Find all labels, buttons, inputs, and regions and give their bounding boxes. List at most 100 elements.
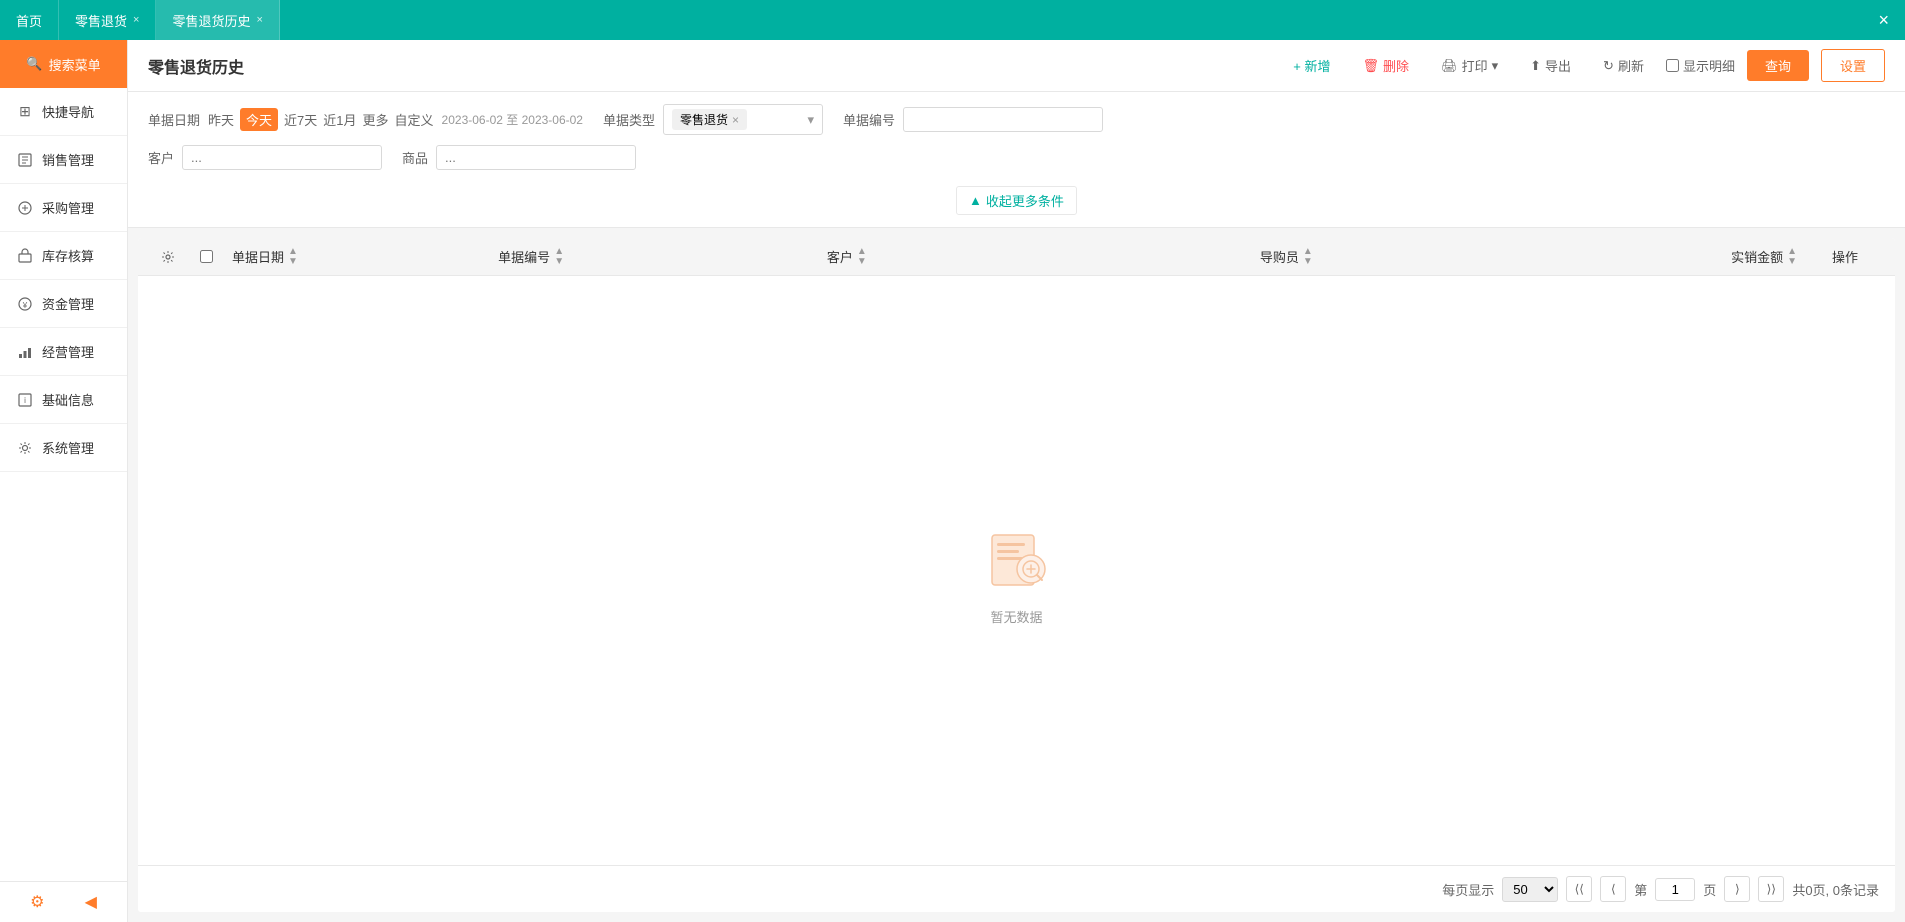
total-info: 共0页, 0条记录 xyxy=(1792,880,1879,899)
date-option-more[interactable]: 更多 xyxy=(363,110,389,129)
empty-text: 暂无数据 xyxy=(990,607,1042,626)
page-first-button[interactable]: ⟨⟨ xyxy=(1566,876,1592,902)
sidebar-item-system[interactable]: 系统管理 xyxy=(0,424,127,472)
page-size-label: 每页显示 xyxy=(1442,880,1494,899)
sidebar-item-quick-nav[interactable]: ⊞ 快捷导航 xyxy=(0,88,127,136)
export-label: 导出 xyxy=(1545,56,1571,75)
date-option-today[interactable]: 今天 xyxy=(240,108,278,131)
filter-row-1: 单据日期 昨天 今天 近7天 近1月 更多 自定义 2023-06-02 至 2… xyxy=(148,104,1885,135)
content-area: 零售退货历史 + 新增 🗑 删除 🖨 打印 ▾ ⬆ 导出 ↻ xyxy=(128,40,1905,922)
tab-retail-return[interactable]: 零售退货 × xyxy=(59,0,156,40)
page-next-button[interactable]: ⟩ xyxy=(1724,876,1750,902)
col-guide-label: 导购员 xyxy=(1260,247,1299,266)
date-range-value: 2023-06-02 至 2023-06-02 xyxy=(442,111,583,128)
show-details-checkbox-label[interactable]: 显示明细 xyxy=(1666,56,1735,75)
top-bar: 首页 零售退货 × 零售退货历史 × × xyxy=(0,0,1905,40)
show-details-checkbox[interactable] xyxy=(1666,59,1679,72)
print-button[interactable]: 🖨 打印 ▾ xyxy=(1431,51,1508,80)
refresh-icon: ↻ xyxy=(1603,58,1614,74)
settings-bottom-icon[interactable]: ⚙ xyxy=(30,892,44,912)
sidebar-item-finance[interactable]: ¥ 资金管理 xyxy=(0,280,127,328)
bill-date-label: 单据日期 xyxy=(148,110,200,129)
page-prev-button[interactable]: ⟨ xyxy=(1600,876,1626,902)
table-col-ops: 操作 xyxy=(1805,247,1885,266)
sort-amount-icon: ▲▼ xyxy=(1787,247,1797,267)
page-last-button[interactable]: ⟩⟩ xyxy=(1758,876,1784,902)
finance-label: 资金管理 xyxy=(42,294,94,313)
sidebar-item-sales[interactable]: 销售管理 xyxy=(0,136,127,184)
goods-label: 商品 xyxy=(402,148,428,167)
bill-type-tag-text: 零售退货 xyxy=(680,111,728,128)
table-col-date[interactable]: 单据日期 ▲▼ xyxy=(224,247,490,267)
sidebar-item-basic-info[interactable]: i 基础信息 xyxy=(0,376,127,424)
sidebar-item-inventory[interactable]: 库存核算 xyxy=(0,232,127,280)
tab-retail-return-close[interactable]: × xyxy=(133,14,139,26)
customer-input[interactable] xyxy=(182,145,382,170)
bill-type-select[interactable]: 零售退货 × ▾ xyxy=(663,104,823,135)
table-col-bill-no[interactable]: 单据编号 ▲▼ xyxy=(490,247,819,267)
search-menu-icon: 🔍 xyxy=(26,56,42,72)
date-option-yesterday[interactable]: 昨天 xyxy=(208,110,234,129)
bill-type-dropdown-icon: ▾ xyxy=(807,112,814,128)
gear-icon xyxy=(160,249,176,265)
table-col-customer[interactable]: 客户 ▲▼ xyxy=(819,247,1252,267)
page-number-input[interactable] xyxy=(1655,878,1695,901)
table-col-gear[interactable] xyxy=(148,249,188,265)
setting-button[interactable]: 设置 xyxy=(1821,49,1885,82)
tab-retail-return-history[interactable]: 零售退货历史 × xyxy=(156,0,279,40)
tab-home[interactable]: 首页 xyxy=(0,0,59,40)
delete-icon: 🗑 xyxy=(1363,58,1380,74)
quick-nav-label: 快捷导航 xyxy=(42,102,94,121)
pagination: 每页显示 50 20 100 ⟨⟨ ⟨ 第 页 ⟩ ⟩⟩ 共0页, 0条记录 xyxy=(138,865,1895,912)
add-button[interactable]: + 新增 xyxy=(1283,51,1340,80)
header-actions: + 新增 🗑 删除 🖨 打印 ▾ ⬆ 导出 ↻ 刷新 xyxy=(1283,49,1885,82)
bill-type-label: 单据类型 xyxy=(603,110,655,129)
refresh-button[interactable]: ↻ 刷新 xyxy=(1593,51,1654,80)
table-col-guide[interactable]: 导购员 ▲▼ xyxy=(1252,247,1581,267)
inventory-icon xyxy=(16,247,34,265)
query-button[interactable]: 查询 xyxy=(1747,50,1809,81)
tab-retail-return-history-close[interactable]: × xyxy=(256,14,262,26)
filter-customer: 客户 xyxy=(148,145,382,170)
delete-button[interactable]: 🗑 删除 xyxy=(1353,51,1420,80)
customer-label: 客户 xyxy=(148,148,174,167)
table-col-check[interactable] xyxy=(188,250,224,263)
collapse-label: 收起更多条件 xyxy=(986,191,1064,210)
retail-return-history-tab-label: 零售退货历史 xyxy=(172,11,250,30)
bill-type-tag-close[interactable]: × xyxy=(732,113,739,127)
collapse-filter-button[interactable]: ▲ 收起更多条件 xyxy=(956,186,1077,215)
col-amount-label: 实销金额 xyxy=(1731,247,1783,266)
print-dropdown-icon: ▾ xyxy=(1492,58,1499,74)
operations-icon xyxy=(16,343,34,361)
bill-no-input[interactable] xyxy=(903,107,1103,132)
sidebar-item-operations[interactable]: 经营管理 xyxy=(0,328,127,376)
page-prefix: 第 xyxy=(1634,880,1647,899)
print-label: 打印 xyxy=(1462,56,1488,75)
filter-bill-date: 单据日期 昨天 今天 近7天 近1月 更多 自定义 2023-06-02 至 2… xyxy=(148,108,583,131)
date-option-custom[interactable]: 自定义 xyxy=(395,110,434,129)
table-area: 单据日期 ▲▼ 单据编号 ▲▼ 客户 ▲▼ 导购员 ▲▼ 实销金额 ▲▼ xyxy=(138,238,1895,912)
sort-date-icon: ▲▼ xyxy=(288,247,298,267)
date-options: 昨天 今天 近7天 近1月 更多 自定义 xyxy=(208,108,434,131)
date-option-7days[interactable]: 近7天 xyxy=(284,110,317,129)
table-col-amount[interactable]: 实销金额 ▲▼ xyxy=(1581,247,1805,267)
sales-icon xyxy=(16,151,34,169)
refresh-label: 刷新 xyxy=(1618,56,1644,75)
filter-row-2: 客户 商品 xyxy=(148,145,1885,170)
filter-bill-no: 单据编号 xyxy=(843,107,1103,132)
goods-input[interactable] xyxy=(436,145,636,170)
search-menu-button[interactable]: 🔍 搜索菜单 xyxy=(0,40,127,88)
filter-bill-type: 单据类型 零售退货 × ▾ xyxy=(603,104,823,135)
window-close-button[interactable]: × xyxy=(1878,10,1889,31)
date-option-1month[interactable]: 近1月 xyxy=(323,110,356,129)
bill-type-tag: 零售退货 × xyxy=(672,109,747,130)
page-size-select[interactable]: 50 20 100 xyxy=(1502,877,1558,902)
select-all-checkbox[interactable] xyxy=(200,250,213,263)
table-header: 单据日期 ▲▼ 单据编号 ▲▼ 客户 ▲▼ 导购员 ▲▼ 实销金额 ▲▼ xyxy=(138,238,1895,276)
basic-info-label: 基础信息 xyxy=(42,390,94,409)
page-suffix: 页 xyxy=(1703,880,1716,899)
export-button[interactable]: ⬆ 导出 xyxy=(1520,51,1581,80)
collapse-sidebar-icon[interactable]: ◀ xyxy=(85,892,97,912)
sidebar: 🔍 搜索菜单 ⊞ 快捷导航 销售管理 采购管理 库存核算 xyxy=(0,40,128,922)
sidebar-item-purchase[interactable]: 采购管理 xyxy=(0,184,127,232)
